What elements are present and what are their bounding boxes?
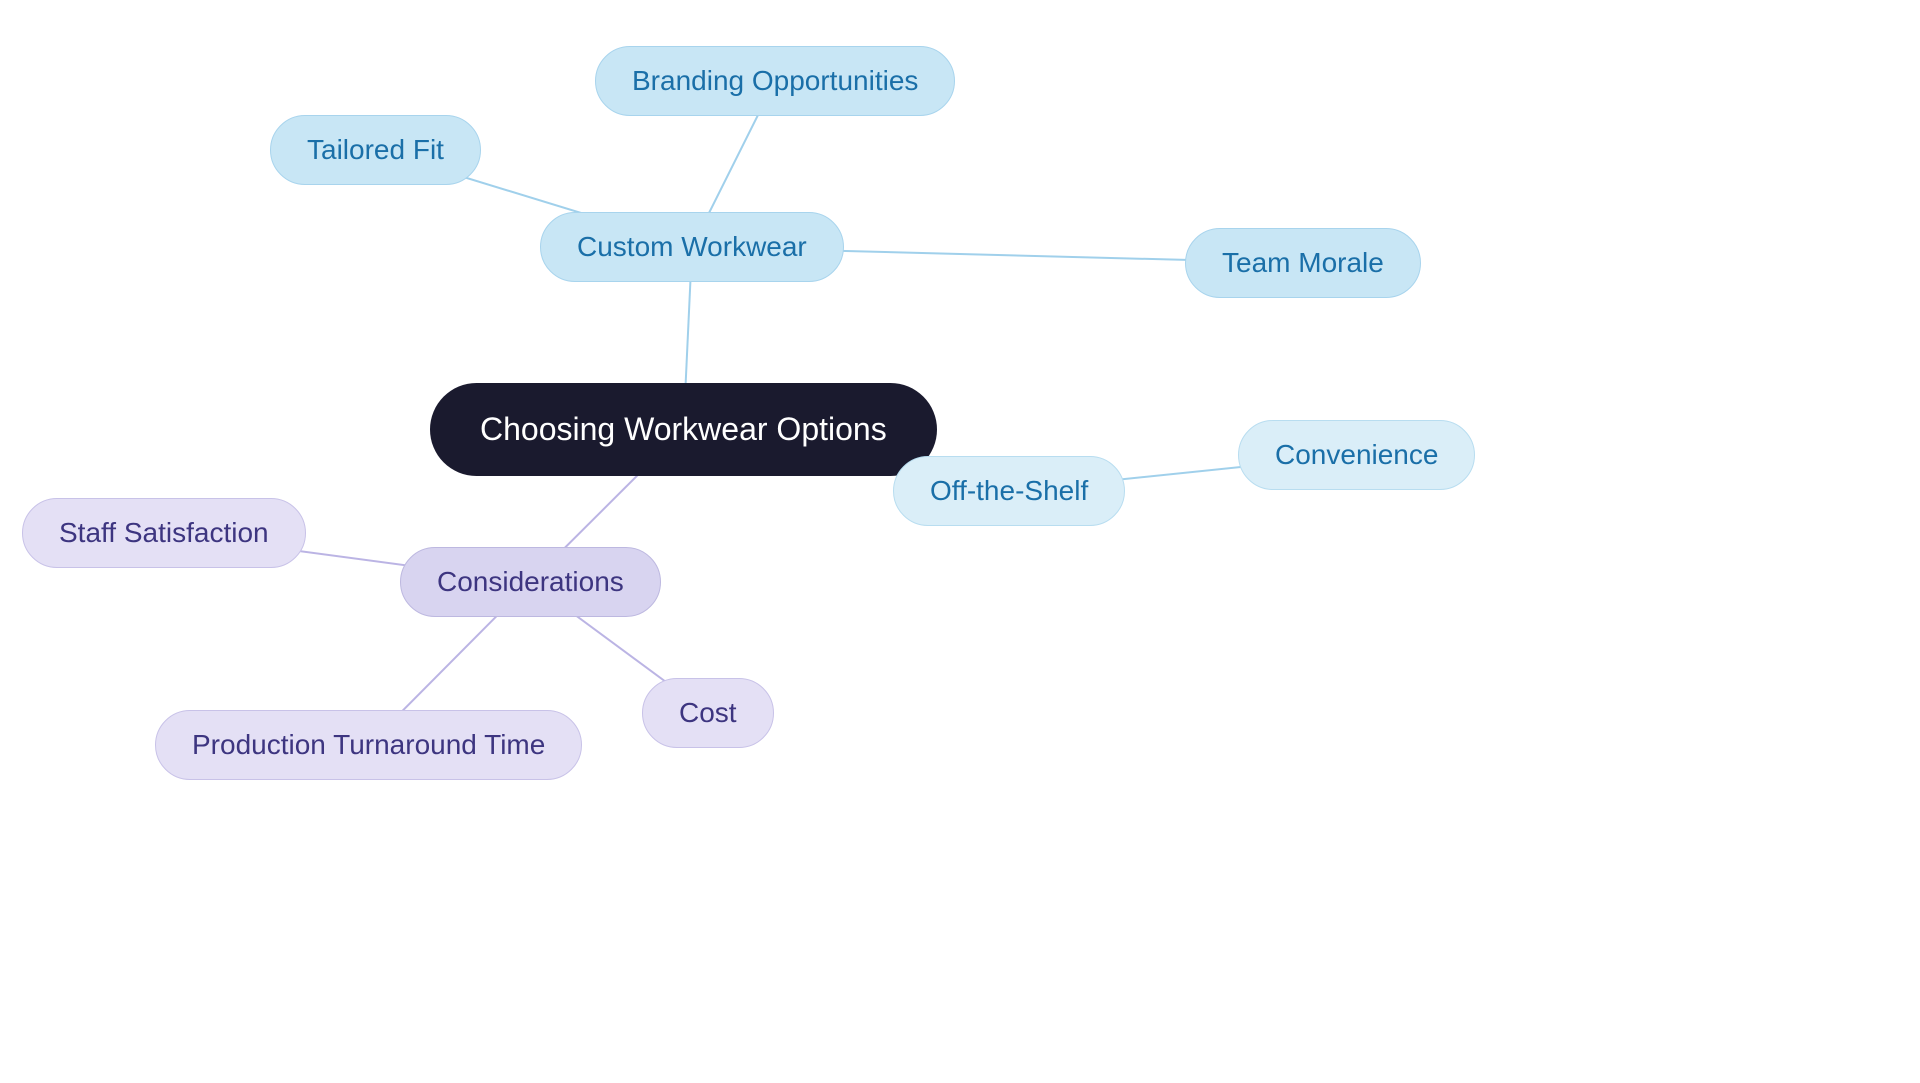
center-node: Choosing Workwear Options	[430, 383, 937, 476]
cost-node: Cost	[642, 678, 774, 748]
considerations-node: Considerations	[400, 547, 661, 617]
team-morale-label: Team Morale	[1222, 247, 1384, 279]
convenience-label: Convenience	[1275, 439, 1438, 471]
branding-opportunities-label: Branding Opportunities	[632, 65, 918, 97]
team-morale-node: Team Morale	[1185, 228, 1421, 298]
convenience-node: Convenience	[1238, 420, 1475, 490]
cost-label: Cost	[679, 697, 737, 729]
staff-satisfaction-node: Staff Satisfaction	[22, 498, 306, 568]
center-label: Choosing Workwear Options	[480, 411, 887, 448]
branding-opportunities-node: Branding Opportunities	[595, 46, 955, 116]
staff-satisfaction-label: Staff Satisfaction	[59, 517, 269, 549]
production-turnaround-label: Production Turnaround Time	[192, 729, 545, 761]
custom-workwear-label: Custom Workwear	[577, 231, 807, 263]
off-the-shelf-node: Off-the-Shelf	[893, 456, 1125, 526]
off-the-shelf-label: Off-the-Shelf	[930, 475, 1088, 507]
considerations-label: Considerations	[437, 566, 624, 598]
tailored-fit-label: Tailored Fit	[307, 134, 444, 166]
tailored-fit-node: Tailored Fit	[270, 115, 481, 185]
production-turnaround-node: Production Turnaround Time	[155, 710, 582, 780]
custom-workwear-node: Custom Workwear	[540, 212, 844, 282]
